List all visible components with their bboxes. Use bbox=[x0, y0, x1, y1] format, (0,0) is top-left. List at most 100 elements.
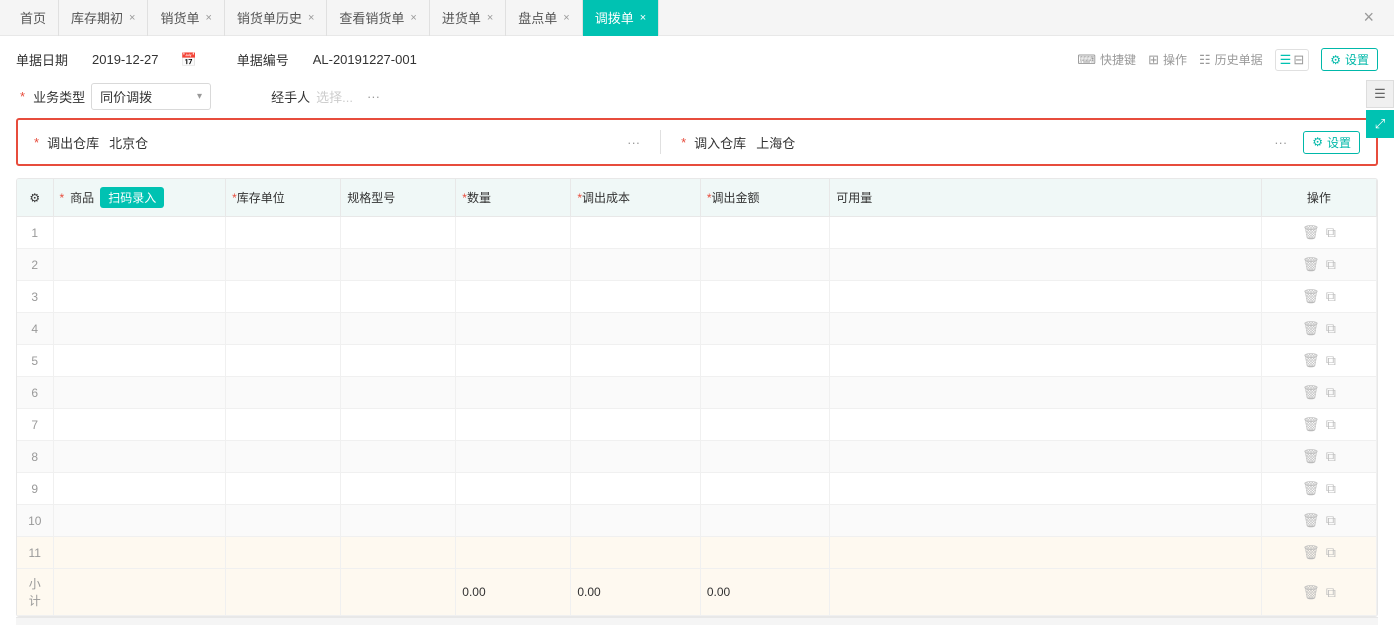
tab-close-purchase-order[interactable]: × bbox=[487, 12, 493, 24]
amount-cell[interactable] bbox=[700, 281, 829, 313]
spec-cell[interactable] bbox=[341, 313, 456, 345]
unit-cell[interactable] bbox=[226, 505, 341, 537]
tab-close-inventory-init[interactable]: × bbox=[129, 12, 135, 24]
business-type-select[interactable]: 同价调拨 ▾ bbox=[91, 83, 211, 110]
qty-cell[interactable] bbox=[456, 377, 571, 409]
tab-sales-order[interactable]: 销货单 × bbox=[148, 0, 224, 36]
unit-cell[interactable] bbox=[226, 313, 341, 345]
layout-toggle[interactable]: ☰ ⊟ bbox=[1275, 49, 1310, 71]
qty-cell[interactable] bbox=[456, 505, 571, 537]
th-gear[interactable]: ⚙ bbox=[17, 179, 53, 217]
cost-cell[interactable] bbox=[571, 505, 700, 537]
copy-icon[interactable]: ⧉ bbox=[1326, 512, 1336, 529]
amount-cell[interactable] bbox=[700, 409, 829, 441]
spec-cell[interactable] bbox=[341, 505, 456, 537]
product-cell[interactable] bbox=[53, 345, 226, 377]
cost-cell[interactable] bbox=[571, 249, 700, 281]
product-cell[interactable] bbox=[53, 473, 226, 505]
tab-close-transfer-order[interactable]: × bbox=[640, 12, 646, 24]
shortcut-action[interactable]: ⌨ 快捷键 bbox=[1077, 51, 1136, 68]
out-warehouse-more-btn[interactable]: ··· bbox=[627, 135, 640, 150]
copy-icon[interactable]: ⧉ bbox=[1326, 352, 1336, 369]
qty-cell[interactable] bbox=[456, 441, 571, 473]
product-cell[interactable] bbox=[53, 281, 226, 313]
cost-cell[interactable] bbox=[571, 313, 700, 345]
copy-icon[interactable]: ⧉ bbox=[1326, 320, 1336, 337]
unit-cell[interactable] bbox=[226, 537, 341, 569]
amount-cell[interactable] bbox=[700, 377, 829, 409]
copy-icon[interactable]: ⧉ bbox=[1326, 448, 1336, 465]
person-more-btn[interactable]: ··· bbox=[367, 89, 380, 104]
amount-cell[interactable] bbox=[700, 249, 829, 281]
cost-cell[interactable] bbox=[571, 537, 700, 569]
delete-icon[interactable]: 🗑 bbox=[1302, 448, 1320, 465]
qty-cell[interactable] bbox=[456, 217, 571, 249]
unit-cell[interactable] bbox=[226, 249, 341, 281]
cost-cell[interactable] bbox=[571, 473, 700, 505]
qty-cell[interactable] bbox=[456, 345, 571, 377]
amount-cell[interactable] bbox=[700, 217, 829, 249]
spec-cell[interactable] bbox=[341, 249, 456, 281]
spec-cell[interactable] bbox=[341, 473, 456, 505]
product-cell[interactable] bbox=[53, 377, 226, 409]
spec-cell[interactable] bbox=[341, 281, 456, 313]
unit-cell[interactable] bbox=[226, 441, 341, 473]
product-cell[interactable] bbox=[53, 249, 226, 281]
unit-cell[interactable] bbox=[226, 409, 341, 441]
unit-cell[interactable] bbox=[226, 345, 341, 377]
amount-cell[interactable] bbox=[700, 537, 829, 569]
copy-icon[interactable]: ⧉ bbox=[1326, 544, 1336, 561]
tab-sales-history[interactable]: 销货单历史 × bbox=[225, 0, 327, 36]
spec-cell[interactable] bbox=[341, 409, 456, 441]
delete-icon[interactable]: 🗑 bbox=[1302, 512, 1320, 529]
window-close-button[interactable]: × bbox=[1351, 7, 1386, 28]
delete-icon[interactable]: 🗑 bbox=[1302, 544, 1320, 561]
cost-cell[interactable] bbox=[571, 345, 700, 377]
cost-cell[interactable] bbox=[571, 409, 700, 441]
tab-view-sales[interactable]: 查看销货单 × bbox=[327, 0, 429, 36]
delete-icon[interactable]: 🗑 bbox=[1302, 320, 1320, 337]
unit-cell[interactable] bbox=[226, 217, 341, 249]
spec-cell[interactable] bbox=[341, 537, 456, 569]
product-cell[interactable] bbox=[53, 217, 226, 249]
cost-cell[interactable] bbox=[571, 377, 700, 409]
qty-cell[interactable] bbox=[456, 409, 571, 441]
amount-cell[interactable] bbox=[700, 313, 829, 345]
delete-icon[interactable]: 🗑 bbox=[1302, 288, 1320, 305]
product-cell[interactable] bbox=[53, 505, 226, 537]
copy-icon[interactable]: ⧉ bbox=[1326, 256, 1336, 273]
spec-cell[interactable] bbox=[341, 441, 456, 473]
tab-close-view-sales[interactable]: × bbox=[410, 12, 416, 24]
tab-close-sales-order[interactable]: × bbox=[205, 12, 211, 24]
unit-cell[interactable] bbox=[226, 473, 341, 505]
unit-cell[interactable] bbox=[226, 377, 341, 409]
amount-cell[interactable] bbox=[700, 441, 829, 473]
delete-icon[interactable]: 🗑 bbox=[1302, 384, 1320, 401]
tab-inventory-check[interactable]: 盘点单 × bbox=[506, 0, 582, 36]
spec-cell[interactable] bbox=[341, 345, 456, 377]
subtotal-delete-icon[interactable]: 🗑 bbox=[1302, 584, 1320, 601]
tab-inventory-init[interactable]: 库存期初 × bbox=[59, 0, 148, 36]
delete-icon[interactable]: 🗑 bbox=[1302, 352, 1320, 369]
sidebar-list-btn[interactable]: ☰ bbox=[1366, 80, 1394, 108]
copy-icon[interactable]: ⧉ bbox=[1326, 480, 1336, 497]
tab-home[interactable]: 首页 bbox=[8, 0, 59, 36]
qty-cell[interactable] bbox=[456, 473, 571, 505]
delete-icon[interactable]: 🗑 bbox=[1302, 416, 1320, 433]
delete-icon[interactable]: 🗑 bbox=[1302, 480, 1320, 497]
scan-button[interactable]: 扫码录入 bbox=[100, 187, 164, 208]
cost-cell[interactable] bbox=[571, 441, 700, 473]
spec-cell[interactable] bbox=[341, 217, 456, 249]
operate-action[interactable]: ⊞ 操作 bbox=[1148, 51, 1187, 68]
copy-icon[interactable]: ⧉ bbox=[1326, 224, 1336, 241]
history-action[interactable]: ☷ 历史单据 bbox=[1199, 51, 1263, 68]
tab-close-sales-history[interactable]: × bbox=[308, 12, 314, 24]
cost-cell[interactable] bbox=[571, 217, 700, 249]
product-cell[interactable] bbox=[53, 409, 226, 441]
amount-cell[interactable] bbox=[700, 345, 829, 377]
form-settings-button[interactable]: ⚙ 设置 bbox=[1303, 131, 1360, 154]
tab-transfer-order[interactable]: 调拨单 × bbox=[583, 0, 659, 36]
person-select[interactable]: 选择... bbox=[316, 87, 353, 106]
qty-cell[interactable] bbox=[456, 537, 571, 569]
amount-cell[interactable] bbox=[700, 505, 829, 537]
